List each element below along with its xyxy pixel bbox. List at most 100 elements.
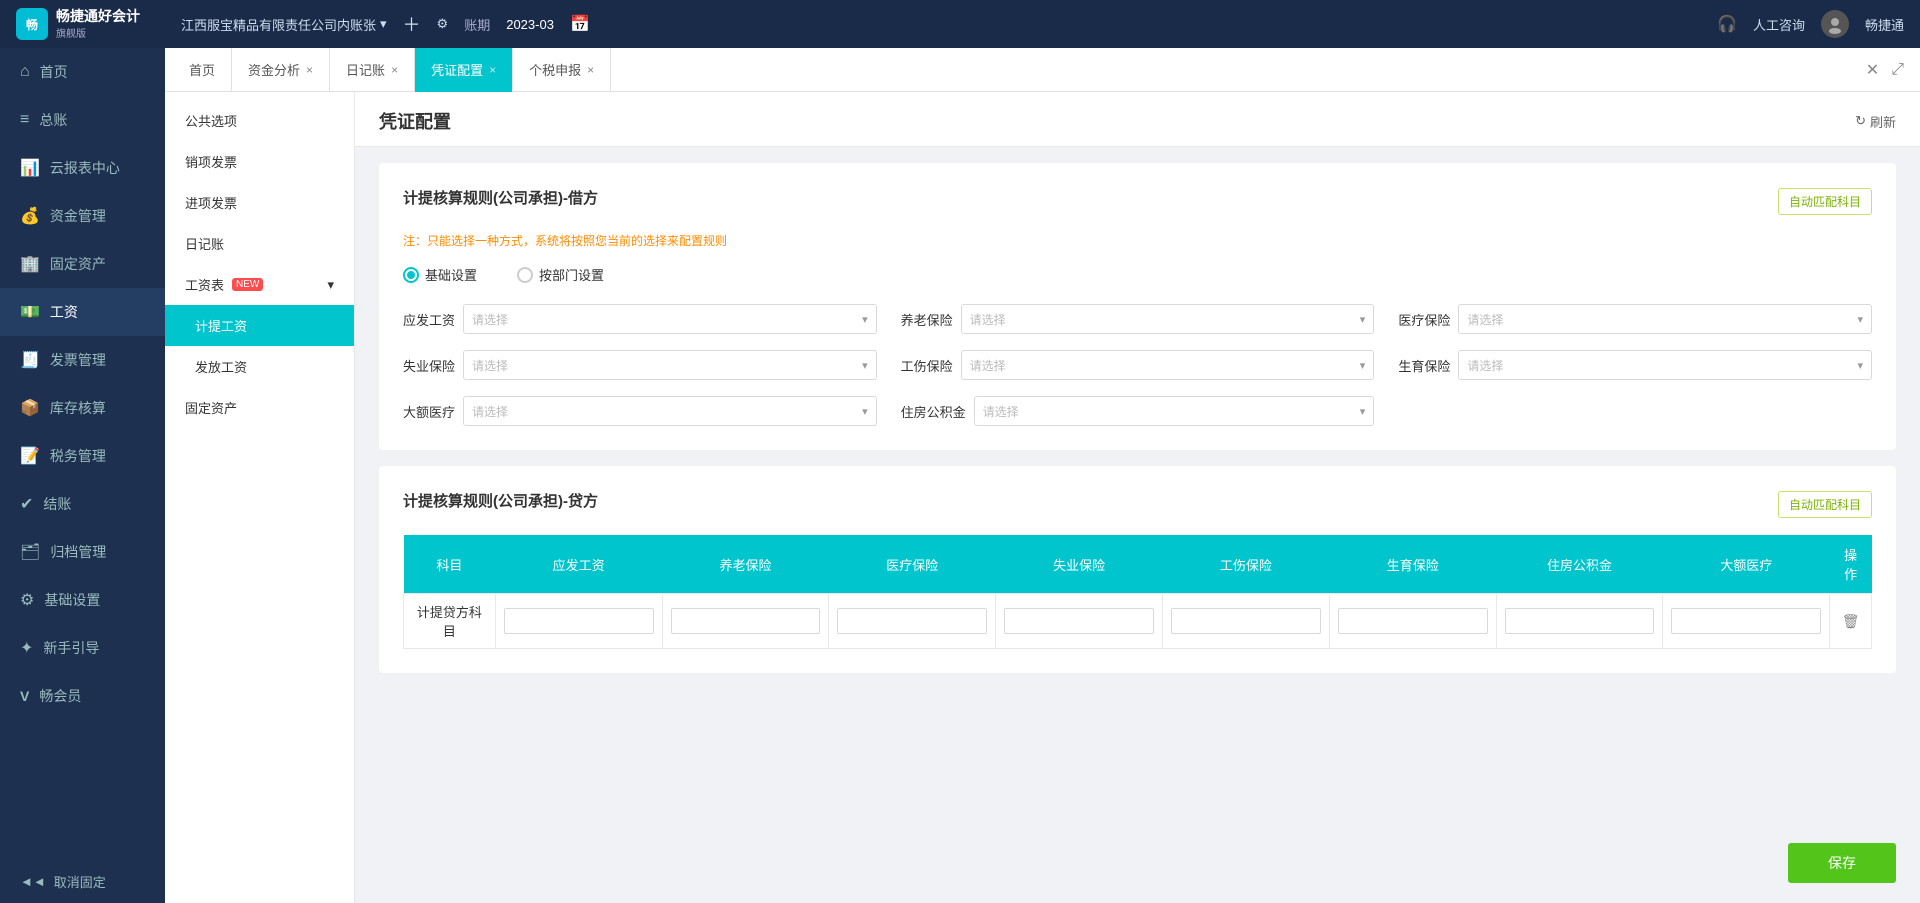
tab-home[interactable]: 首页 xyxy=(173,48,232,92)
th-action: 操作 xyxy=(1830,535,1872,594)
chevron-down-icon: ▾ xyxy=(1360,405,1366,418)
chevron-down-icon: ▾ xyxy=(1360,313,1366,326)
select-dae-medical[interactable]: 请选择 ▾ xyxy=(463,396,877,426)
close-tab-icon[interactable]: ✕ xyxy=(1866,60,1879,80)
input-shiye[interactable] xyxy=(1004,608,1154,634)
sidebar-item-basic-settings[interactable]: ⚙ 基础设置 xyxy=(0,576,165,624)
field-dae-medical: 大额医疗 请选择 ▾ xyxy=(403,396,877,426)
td-shiye-input[interactable] xyxy=(996,594,1163,649)
main-panel: 凭证配置 ↻ 刷新 计提核算规则(公司承担)-借方 自动匹配科目 注：只能 xyxy=(355,92,1920,903)
reports-icon: 📊 xyxy=(20,158,40,178)
left-nav-journal[interactable]: 日记账 xyxy=(165,223,354,264)
settings-icon[interactable]: ⚙ xyxy=(437,16,449,32)
left-nav-fixed-assets-nav[interactable]: 固定资产 xyxy=(165,387,354,428)
section1-card: 计提核算规则(公司承担)-借方 自动匹配科目 注：只能选择一种方式，系统将按照您… xyxy=(379,163,1896,450)
tab-close-fund[interactable]: × xyxy=(306,63,313,77)
sidebar-item-vip[interactable]: V 畅会员 xyxy=(0,672,165,720)
select-yingfa[interactable]: 请选择 ▾ xyxy=(463,304,877,334)
tab-journal[interactable]: 日记账 × xyxy=(330,48,415,92)
company-selector[interactable]: 江西服宝精品有限责任公司内账张 ▾ xyxy=(181,15,387,34)
chevron-down-icon: ▾ xyxy=(327,277,334,293)
input-zhufu[interactable] xyxy=(1505,608,1655,634)
add-button[interactable]: ＋ xyxy=(403,11,421,37)
sidebar-item-guide[interactable]: ✦ 新手引导 xyxy=(0,624,165,672)
select-shengyu[interactable]: 请选择 ▾ xyxy=(1458,350,1872,380)
td-shengyu-input[interactable] xyxy=(1329,594,1496,649)
sidebar-item-salary[interactable]: 💵 工资 xyxy=(0,288,165,336)
section1-note: 注：只能选择一种方式，系统将按照您当前的选择来配置规则 xyxy=(403,232,1872,249)
table-row: 计提贷方科目 🗑 xyxy=(404,594,1872,649)
td-gongshang-input[interactable] xyxy=(1163,594,1330,649)
td-yingfa-input[interactable] xyxy=(495,594,662,649)
td-delete[interactable]: 🗑 xyxy=(1830,594,1872,649)
td-dae-input[interactable] xyxy=(1663,594,1830,649)
refresh-button[interactable]: ↻ 刷新 xyxy=(1855,112,1896,131)
sidebar-item-home[interactable]: ⌂ 首页 xyxy=(0,48,165,96)
sidebar: ⌂ 首页 ≡ 总账 📊 云报表中心 💰 资金管理 🏢 固定资产 💵 工资 🧾 发… xyxy=(0,48,165,903)
main-layout: ⌂ 首页 ≡ 总账 📊 云报表中心 💰 资金管理 🏢 固定资产 💵 工资 🧾 发… xyxy=(0,48,1920,903)
radio-group: 基础设置 按部门设置 xyxy=(403,265,1872,284)
radio-basic[interactable]: 基础设置 xyxy=(403,265,477,284)
header-center: 江西服宝精品有限责任公司内账张 ▾ ＋ ⚙ 账期 2023-03 📅 xyxy=(181,11,1717,37)
sidebar-item-reports[interactable]: 📊 云报表中心 xyxy=(0,144,165,192)
left-nav-pay-salary[interactable]: 发放工资 xyxy=(165,346,354,387)
select-gongshang[interactable]: 请选择 ▾ xyxy=(961,350,1375,380)
left-nav: 公共选项 销项发票 进项发票 日记账 工资表 NEW ▾ 计提工资 xyxy=(165,92,355,903)
select-yiliao[interactable]: 请选择 ▾ xyxy=(1458,304,1872,334)
input-shengyu[interactable] xyxy=(1338,608,1488,634)
calendar-icon[interactable]: 📅 xyxy=(570,14,590,34)
td-yiliao-input[interactable] xyxy=(829,594,996,649)
section2-table: 科目 应发工资 养老保险 医疗保险 失业保险 工伤保险 生育保险 住房公积金 大… xyxy=(403,535,1872,649)
input-yanglao[interactable] xyxy=(671,608,821,634)
delete-icon[interactable]: 🗑 xyxy=(1842,613,1860,629)
content-area: 首页 资金分析 × 日记账 × 凭证配置 × 个税申报 × ✕ ⤢ xyxy=(165,48,1920,903)
pin-toggle[interactable]: ◄◄ 取消固定 xyxy=(0,860,165,903)
auto-match-btn-section1[interactable]: 自动匹配科目 xyxy=(1778,188,1872,215)
headset-icon: 🎧 xyxy=(1717,14,1737,34)
left-nav-sales-invoice[interactable]: 销项发票 xyxy=(165,141,354,182)
sidebar-item-invoice[interactable]: 🧾 发票管理 xyxy=(0,336,165,384)
td-zhufu-input[interactable] xyxy=(1496,594,1663,649)
save-button[interactable]: 保存 xyxy=(1788,843,1896,883)
field-shiye: 失业保险 请选择 ▾ xyxy=(403,350,877,380)
expand-tab-icon[interactable]: ⤢ xyxy=(1891,61,1904,79)
td-label: 计提贷方科目 xyxy=(404,594,496,649)
select-yanglao[interactable]: 请选择 ▾ xyxy=(961,304,1375,334)
tab-tax[interactable]: 个税申报 × xyxy=(513,48,611,92)
salary-icon: 💵 xyxy=(20,302,40,322)
sidebar-item-fixed-assets[interactable]: 🏢 固定资产 xyxy=(0,240,165,288)
input-dae[interactable] xyxy=(1671,608,1821,634)
page-title: 凭证配置 xyxy=(379,108,451,134)
tab-close-tax[interactable]: × xyxy=(587,63,594,77)
save-btn-area: 保存 xyxy=(1788,843,1896,883)
section2-title: 计提核算规则(公司承担)-贷方 xyxy=(403,490,598,511)
auto-match-btn-section2[interactable]: 自动匹配科目 xyxy=(1778,491,1872,518)
select-zhufu[interactable]: 请选择 ▾ xyxy=(974,396,1375,426)
left-nav-advance-salary[interactable]: 计提工资 xyxy=(165,305,354,346)
field-shengyu: 生育保险 请选择 ▾ xyxy=(1398,350,1872,380)
input-yingfa[interactable] xyxy=(504,608,654,634)
sidebar-item-inventory[interactable]: 📦 库存核算 xyxy=(0,384,165,432)
left-nav-salary-sheet[interactable]: 工资表 NEW ▾ xyxy=(165,264,354,305)
input-gongshang[interactable] xyxy=(1171,608,1321,634)
tab-voucher-config[interactable]: 凭证配置 × xyxy=(415,48,513,92)
tab-fund[interactable]: 资金分析 × xyxy=(232,48,330,92)
sidebar-item-checkout[interactable]: ✔ 结账 xyxy=(0,480,165,528)
radio-dept[interactable]: 按部门设置 xyxy=(517,265,604,284)
sidebar-item-archive[interactable]: 🗂 归档管理 xyxy=(0,528,165,576)
tax-icon: 📝 xyxy=(20,446,40,466)
input-yiliao[interactable] xyxy=(837,608,987,634)
left-nav-public[interactable]: 公共选项 xyxy=(165,100,354,141)
left-nav-purchase-invoice[interactable]: 进项发票 xyxy=(165,182,354,223)
select-shiye[interactable]: 请选择 ▾ xyxy=(463,350,877,380)
pin-icon: ◄◄ xyxy=(20,874,46,889)
th-zhufu: 住房公积金 xyxy=(1496,535,1663,594)
sidebar-item-ledger[interactable]: ≡ 总账 xyxy=(0,96,165,144)
sidebar-item-fund[interactable]: 💰 资金管理 xyxy=(0,192,165,240)
sidebar-item-tax[interactable]: 📝 税务管理 xyxy=(0,432,165,480)
tab-close-journal[interactable]: × xyxy=(391,63,398,77)
tab-close-voucher[interactable]: × xyxy=(489,63,496,77)
td-yanglao-input[interactable] xyxy=(662,594,829,649)
basic-settings-icon: ⚙ xyxy=(20,590,34,610)
section1-title: 计提核算规则(公司承担)-借方 xyxy=(403,187,598,208)
